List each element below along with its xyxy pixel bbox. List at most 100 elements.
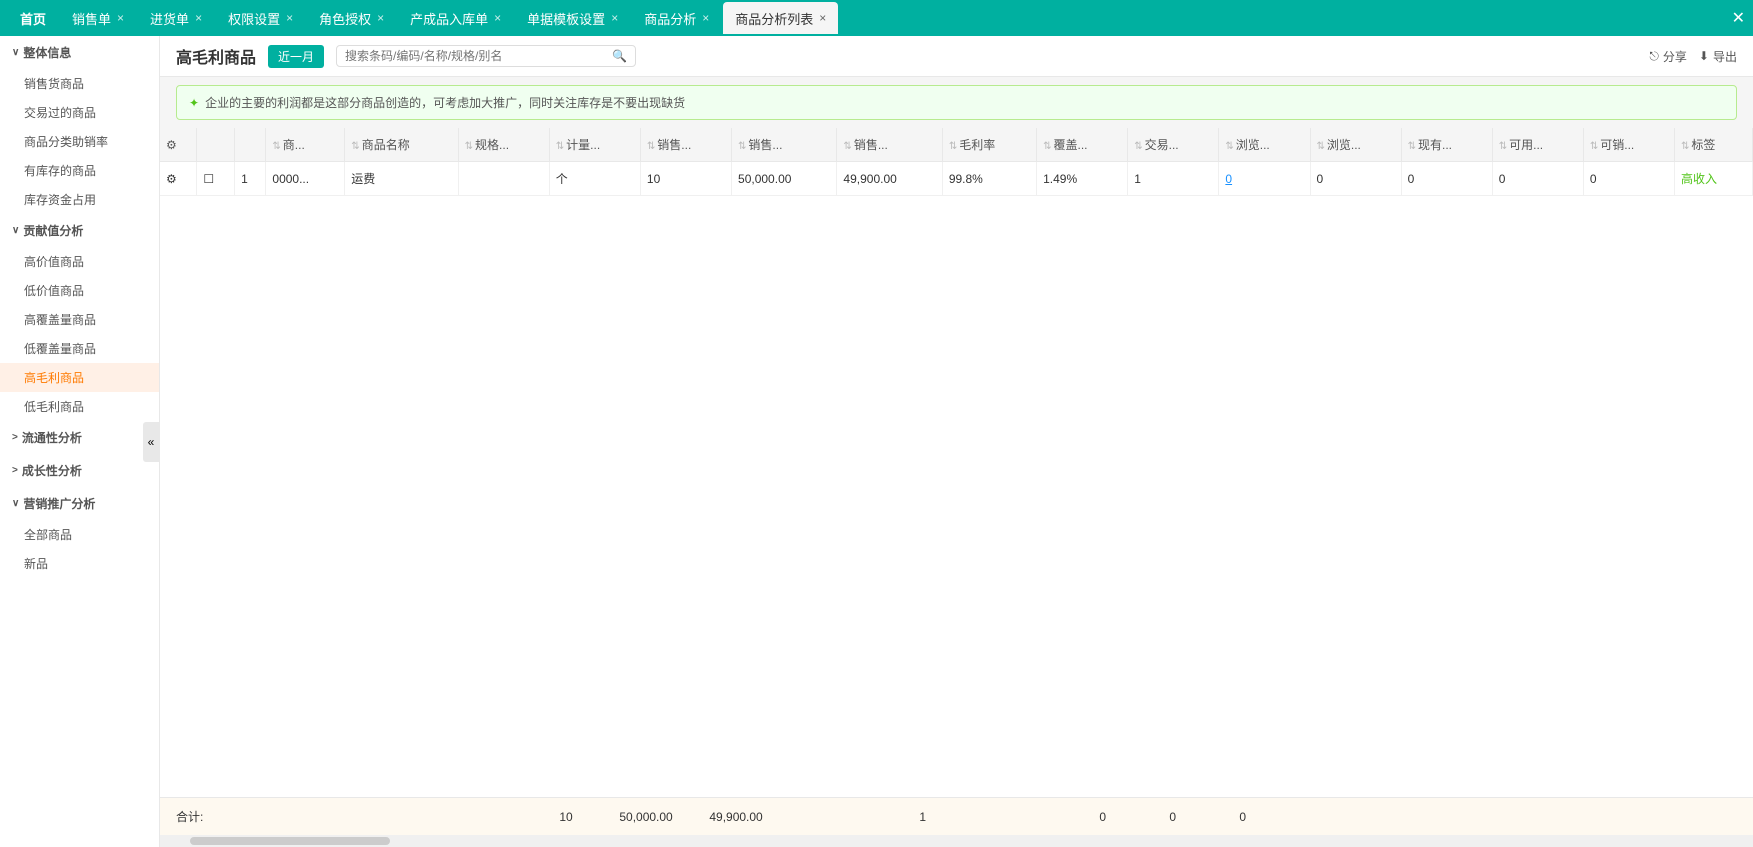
sidebar-item-low-profit[interactable]: 低毛利商品 bbox=[0, 392, 159, 421]
settings-icon: ⚙ bbox=[160, 162, 197, 196]
row-browse2-value: 0 bbox=[1317, 172, 1324, 186]
footer-cell-6: 1 bbox=[911, 806, 971, 828]
sidebar-item-label-all-products: 全部商品 bbox=[24, 528, 72, 542]
sidebar-collapse-button[interactable]: « bbox=[143, 422, 159, 462]
settings-icon-value: ⚙ bbox=[166, 172, 177, 186]
arrow-icon-financial-analysis: ∨ bbox=[12, 225, 19, 236]
col-label-trade-times: 交易... bbox=[1145, 138, 1179, 152]
tab-close-role-permission[interactable]: × bbox=[377, 11, 384, 25]
horizontal-scrollbar[interactable] bbox=[160, 835, 1753, 847]
tab-close-template-set[interactable]: × bbox=[611, 11, 618, 25]
sidebar-group-financial-analysis[interactable]: ∨贡献值分析 bbox=[0, 214, 159, 247]
sidebar-item-all-products[interactable]: 全部商品 bbox=[0, 520, 159, 549]
sort-icon-trade-times: ⇅ bbox=[1134, 141, 1142, 152]
col-header-trade-times[interactable]: ⇅交易... bbox=[1128, 128, 1219, 162]
nav-tab-product-inbound[interactable]: 产成品入库单× bbox=[398, 2, 513, 34]
sidebar-item-category-assist[interactable]: 商品分类助销率 bbox=[0, 127, 159, 156]
sidebar-group-flow-analysis[interactable]: >流通性分析 bbox=[0, 421, 159, 454]
sidebar-item-high-value[interactable]: 高价值商品 bbox=[0, 247, 159, 276]
sidebar-item-new-products[interactable]: 新品 bbox=[0, 549, 159, 578]
export-button[interactable]: ⬇ 导出 bbox=[1699, 48, 1737, 65]
footer-cell-1: 10 bbox=[551, 806, 611, 828]
sidebar-item-label-has-stock: 有库存的商品 bbox=[24, 164, 96, 178]
row-sales-profit: 49,900.00 bbox=[837, 162, 942, 196]
sidebar-item-sales-ranking[interactable]: 销售货商品 bbox=[0, 69, 159, 98]
sidebar-item-traded[interactable]: 交易过的商品 bbox=[0, 98, 159, 127]
col-header-sales-profit[interactable]: ⇅销售... bbox=[837, 128, 942, 162]
arrow-icon-marketing-analysis: ∨ bbox=[12, 498, 19, 509]
row-trade-times-value: 1 bbox=[1134, 172, 1141, 186]
row-index: 1 bbox=[235, 162, 266, 196]
col-header-saleable[interactable]: ⇅可销... bbox=[1583, 128, 1674, 162]
row-sales-qty: 10 bbox=[640, 162, 731, 196]
table-header-row: ⚙⇅商...⇅商品名称⇅规格...⇅计量...⇅销售...⇅销售...⇅销售..… bbox=[160, 128, 1753, 162]
tip-text: 企业的主要的利润都是这部分商品创造的，可考虑加大推广，同时关注库存是不要出现缺货 bbox=[205, 94, 685, 111]
close-all-tabs-button[interactable]: ✕ bbox=[1732, 8, 1745, 28]
col-header-name[interactable]: ⇅商品名称 bbox=[345, 128, 458, 162]
col-header-current-stock[interactable]: ⇅现有... bbox=[1401, 128, 1492, 162]
sidebar-item-label-category-assist: 商品分类助销率 bbox=[24, 135, 108, 149]
tab-close-product-inbound[interactable]: × bbox=[494, 11, 501, 25]
nav-tab-home[interactable]: 首页 bbox=[8, 2, 58, 34]
col-header-code[interactable]: ⇅商... bbox=[266, 128, 345, 162]
sidebar-item-label-low-profit: 低毛利商品 bbox=[24, 400, 84, 414]
tab-close-sales[interactable]: × bbox=[117, 11, 124, 25]
col-header-profit-rate[interactable]: ⇅毛利率 bbox=[942, 128, 1036, 162]
col-header-available[interactable]: ⇅可用... bbox=[1492, 128, 1583, 162]
sidebar-item-has-stock[interactable]: 有库存的商品 bbox=[0, 156, 159, 185]
page-title: 高毛利商品 bbox=[176, 44, 256, 68]
col-header-coverage[interactable]: ⇅覆盖... bbox=[1037, 128, 1128, 162]
col-header-spec[interactable]: ⇅规格... bbox=[458, 128, 549, 162]
tip-banner: ✦ 企业的主要的利润都是这部分商品创造的，可考虑加大推广，同时关注库存是不要出现… bbox=[176, 85, 1737, 120]
row-available-value: 0 bbox=[1499, 172, 1506, 186]
sidebar-item-high-profit[interactable]: 高毛利商品 bbox=[0, 363, 159, 392]
nav-tab-purchase[interactable]: 进货单× bbox=[138, 2, 214, 34]
sidebar-group-growth-analysis[interactable]: >成长性分析 bbox=[0, 454, 159, 487]
nav-tab-role-permission[interactable]: 角色授权 × bbox=[307, 2, 396, 34]
col-header-sales-qty[interactable]: ⇅销售... bbox=[640, 128, 731, 162]
col-header-unit[interactable]: ⇅计量... bbox=[549, 128, 640, 162]
col-header-tag[interactable]: ⇅标签 bbox=[1675, 128, 1753, 162]
link-value[interactable]: 0 bbox=[1225, 172, 1232, 186]
period-button[interactable]: 近一月 bbox=[268, 45, 324, 68]
share-button[interactable]: ⎋ 分享 bbox=[1649, 48, 1687, 65]
search-input[interactable] bbox=[345, 49, 612, 63]
row-unit: 个 bbox=[549, 162, 640, 196]
tab-close-purchase[interactable]: × bbox=[195, 11, 202, 25]
sidebar-item-low-value[interactable]: 低价值商品 bbox=[0, 276, 159, 305]
sidebar-item-low-freq[interactable]: 低覆盖量商品 bbox=[0, 334, 159, 363]
tab-close-product-analysis-list[interactable]: × bbox=[819, 11, 826, 25]
row-checkbox[interactable]: ☐ bbox=[197, 162, 235, 196]
sidebar-item-high-freq[interactable]: 高覆盖量商品 bbox=[0, 305, 159, 334]
search-icon[interactable]: 🔍 bbox=[612, 49, 627, 63]
col-label-browse2: 浏览... bbox=[1327, 138, 1361, 152]
sort-icon-name: ⇅ bbox=[351, 141, 359, 152]
sidebar-group-overall-info[interactable]: ∨整体信息 bbox=[0, 36, 159, 69]
nav-tab-label-role-permission: 角色授权 bbox=[319, 9, 371, 28]
footer-total-label: 合计: bbox=[176, 808, 203, 825]
col-header-sales-amount[interactable]: ⇅销售... bbox=[732, 128, 837, 162]
sidebar-group-marketing-analysis[interactable]: ∨营销推广分析 bbox=[0, 487, 159, 520]
nav-tab-product-analysis-list[interactable]: 商品分析列表× bbox=[723, 2, 838, 34]
tab-close-product-analysis[interactable]: × bbox=[702, 11, 709, 25]
sort-icon-code: ⇅ bbox=[272, 141, 280, 152]
col-label-tag: 标签 bbox=[1691, 138, 1715, 152]
group-label-overall-info: 整体信息 bbox=[23, 44, 71, 61]
col-header-browse1[interactable]: ⇅浏览... bbox=[1219, 128, 1310, 162]
col-header-browse2[interactable]: ⇅浏览... bbox=[1310, 128, 1401, 162]
row-browse2: 0 bbox=[1310, 162, 1401, 196]
footer-cell-8 bbox=[1031, 806, 1091, 828]
nav-tab-sales[interactable]: 销售单× bbox=[60, 2, 136, 34]
nav-tab-permission-set[interactable]: 权限设置× bbox=[216, 2, 305, 34]
tab-close-permission-set[interactable]: × bbox=[286, 11, 293, 25]
nav-tab-product-analysis[interactable]: 商品分析× bbox=[632, 2, 721, 34]
row-sales-amount-value: 50,000.00 bbox=[738, 172, 791, 186]
content-area: 高毛利商品 近一月 🔍 ⎋ 分享 ⬇ 导出 ✦ 企业的主要的利润都是这部分商品创… bbox=[160, 36, 1753, 847]
nav-tab-template-set[interactable]: 单据模板设置× bbox=[515, 2, 630, 34]
nav-tab-label-home: 首页 bbox=[20, 9, 46, 28]
content-header: 高毛利商品 近一月 🔍 ⎋ 分享 ⬇ 导出 bbox=[160, 36, 1753, 77]
row-unit-value: 个 bbox=[556, 172, 568, 186]
sidebar-item-stock-ratio[interactable]: 库存资金占用 bbox=[0, 185, 159, 214]
scrollbar-thumb[interactable] bbox=[190, 837, 390, 845]
footer-cell-0 bbox=[211, 806, 551, 828]
